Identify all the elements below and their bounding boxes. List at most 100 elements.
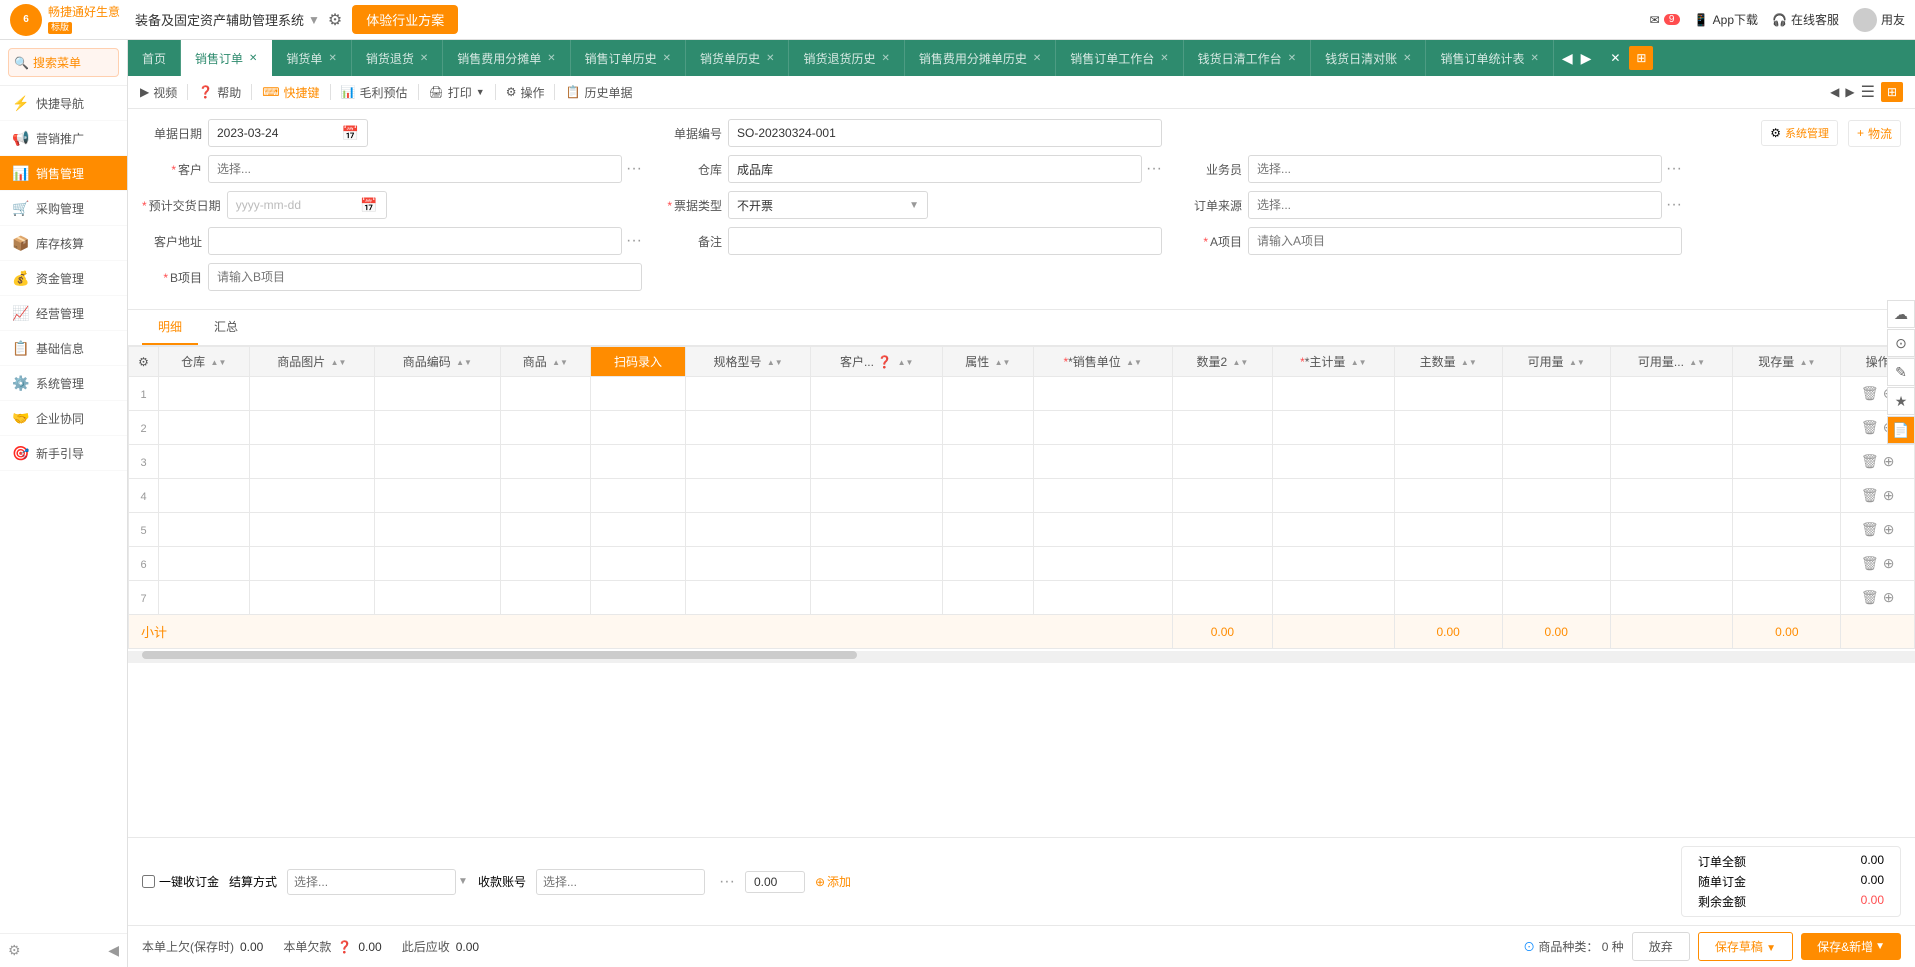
row-copy-icon[interactable]: ⊕ (1883, 453, 1895, 470)
warehouse-more-icon[interactable]: ··· (1146, 160, 1162, 178)
tab-close-sales-order[interactable]: ✕ (249, 53, 257, 64)
row-customer-code[interactable] (811, 377, 943, 411)
th-customer-help-icon[interactable]: ❓ (877, 355, 892, 369)
sidebar-item-marketing[interactable]: 📢 营销推广 (0, 121, 127, 156)
row-main-qty[interactable] (1394, 411, 1502, 445)
customer-addr-input[interactable] (208, 227, 622, 255)
toolbar-profit[interactable]: 📊 毛利预估 (341, 84, 408, 101)
row-spec[interactable] (685, 479, 811, 513)
row-main-qty[interactable] (1394, 445, 1502, 479)
row-qty2[interactable] (1172, 547, 1272, 581)
th-avail2-sort[interactable]: ▲▼ (1689, 358, 1705, 367)
user-item[interactable]: 用友 (1853, 8, 1905, 32)
tab-close-sales-return[interactable]: ✕ (328, 53, 336, 64)
tab-return-goods[interactable]: 销货退货 ✕ (352, 40, 443, 76)
row-attr[interactable] (943, 377, 1034, 411)
row-name[interactable] (500, 479, 591, 513)
add-material-btn[interactable]: + 物流 (1848, 120, 1901, 147)
row-delete-icon[interactable]: 🗑 (1861, 555, 1879, 572)
sidebar-item-guide[interactable]: 🎯 新手引导 (0, 436, 127, 471)
app-download-item[interactable]: 📱 App下载 (1694, 11, 1758, 28)
tab-stats[interactable]: 销售订单统计表 ✕ (1426, 40, 1553, 76)
row-code[interactable] (375, 581, 501, 615)
toolbar-nav-prev[interactable]: ◀ (1830, 82, 1839, 102)
row-customer-code[interactable] (811, 513, 943, 547)
tab-sales-order-hist[interactable]: 销售订单历史 ✕ (571, 40, 686, 76)
tab-order-ws[interactable]: 销售订单工作台 ✕ (1056, 40, 1183, 76)
row-main-qty[interactable] (1394, 547, 1502, 581)
toolbar-shortcut[interactable]: ⌨ 快捷键 (262, 84, 319, 101)
account-more-icon[interactable]: ··· (719, 873, 735, 891)
row-unit[interactable] (1033, 513, 1172, 547)
salesperson-more-icon[interactable]: ··· (1666, 160, 1682, 178)
row-qty2[interactable] (1172, 411, 1272, 445)
row-attr[interactable] (943, 547, 1034, 581)
row-unit[interactable] (1033, 377, 1172, 411)
th-code-sort[interactable]: ▲▼ (456, 358, 472, 367)
tab-close-clear-account[interactable]: ✕ (1403, 53, 1411, 64)
row-main-unit[interactable] (1273, 411, 1395, 445)
th-name-sort[interactable]: ▲▼ (552, 358, 568, 367)
row-spec[interactable] (685, 547, 811, 581)
addr-more-icon[interactable]: ··· (626, 232, 642, 250)
th-customer-sort[interactable]: ▲▼ (898, 358, 914, 367)
one-click-check[interactable] (142, 875, 155, 888)
row-copy-icon[interactable]: ⊕ (1883, 589, 1895, 606)
row-warehouse[interactable] (159, 479, 250, 513)
customer-more-icon[interactable]: ··· (626, 160, 642, 178)
th-main-unit-sort[interactable]: ▲▼ (1351, 358, 1367, 367)
row-unit[interactable] (1033, 445, 1172, 479)
toolbar-print[interactable]: 🖨 打印 ▼ (429, 84, 485, 101)
table-row[interactable]: 4 🗑 ⊕ (129, 479, 1915, 513)
right-icon-star[interactable]: ★ (1887, 387, 1915, 415)
row-unit[interactable] (1033, 547, 1172, 581)
right-icon-edit[interactable]: ✎ (1887, 358, 1915, 386)
settings-icon[interactable]: ⚙ (328, 10, 342, 30)
row-customer-code[interactable] (811, 479, 943, 513)
th-attr-sort[interactable]: ▲▼ (995, 358, 1011, 367)
tab-grid-button[interactable]: ⊞ (1629, 46, 1653, 70)
search-menu-button[interactable]: 🔍 搜索菜单 (8, 48, 119, 77)
row-attr[interactable] (943, 411, 1034, 445)
row-main-unit[interactable] (1273, 513, 1395, 547)
tab-next-button[interactable]: ▶ (1577, 50, 1596, 67)
th-qty2-sort[interactable]: ▲▼ (1232, 358, 1248, 367)
row-name[interactable] (500, 445, 591, 479)
tab-sales-order[interactable]: 销售订单 ✕ (181, 40, 272, 76)
row-unit[interactable] (1033, 581, 1172, 615)
row-delete-icon[interactable]: 🗑 (1861, 521, 1879, 538)
row-delete-icon[interactable]: 🗑 (1861, 453, 1879, 470)
tab-prev-button[interactable]: ◀ (1558, 50, 1577, 67)
save-new-dropdown-icon[interactable]: ▼ (1875, 941, 1885, 952)
toolbar-ops[interactable]: ⚙ 操作 (506, 84, 545, 101)
th-warehouse-sort[interactable]: ▲▼ (211, 358, 227, 367)
row-name[interactable] (500, 513, 591, 547)
tab-close-sales-fee[interactable]: ✕ (547, 53, 555, 64)
payment-method-input[interactable] (287, 869, 456, 895)
tab-close-order-ws[interactable]: ✕ (1160, 53, 1168, 64)
row-main-unit[interactable] (1273, 581, 1395, 615)
sidebar-item-collab[interactable]: 🤝 企业协同 (0, 401, 127, 436)
th-settings[interactable]: ⚙ (129, 347, 159, 377)
row-customer-code[interactable] (811, 411, 943, 445)
th-main-qty-sort[interactable]: ▲▼ (1461, 358, 1477, 367)
remark-input[interactable] (728, 227, 1162, 255)
row-spec[interactable] (685, 513, 811, 547)
sidebar-item-base[interactable]: 📋 基础信息 (0, 331, 127, 366)
table-row[interactable]: 7 🗑 ⊕ (129, 581, 1915, 615)
row-qty2[interactable] (1172, 581, 1272, 615)
row-name[interactable] (500, 581, 591, 615)
row-customer-code[interactable] (811, 547, 943, 581)
scrollbar-area[interactable] (128, 651, 1915, 663)
toolbar-help[interactable]: ❓ 帮助 (198, 84, 241, 101)
industry-solution-button[interactable]: 体验行业方案 (352, 5, 458, 34)
row-name[interactable] (500, 377, 591, 411)
date-input[interactable]: 2023-03-24 📅 (208, 119, 368, 147)
tab-return-hist[interactable]: 销货退货历史 ✕ (789, 40, 904, 76)
row-code[interactable] (375, 445, 501, 479)
toolbar-view[interactable]: ▶ 视频 (140, 84, 177, 101)
toolbar-grid-icon[interactable]: ⊞ (1881, 82, 1903, 102)
row-attr[interactable] (943, 445, 1034, 479)
sidebar-item-ops[interactable]: 📈 经营管理 (0, 296, 127, 331)
this-credit-help[interactable]: ❓ (337, 940, 352, 954)
